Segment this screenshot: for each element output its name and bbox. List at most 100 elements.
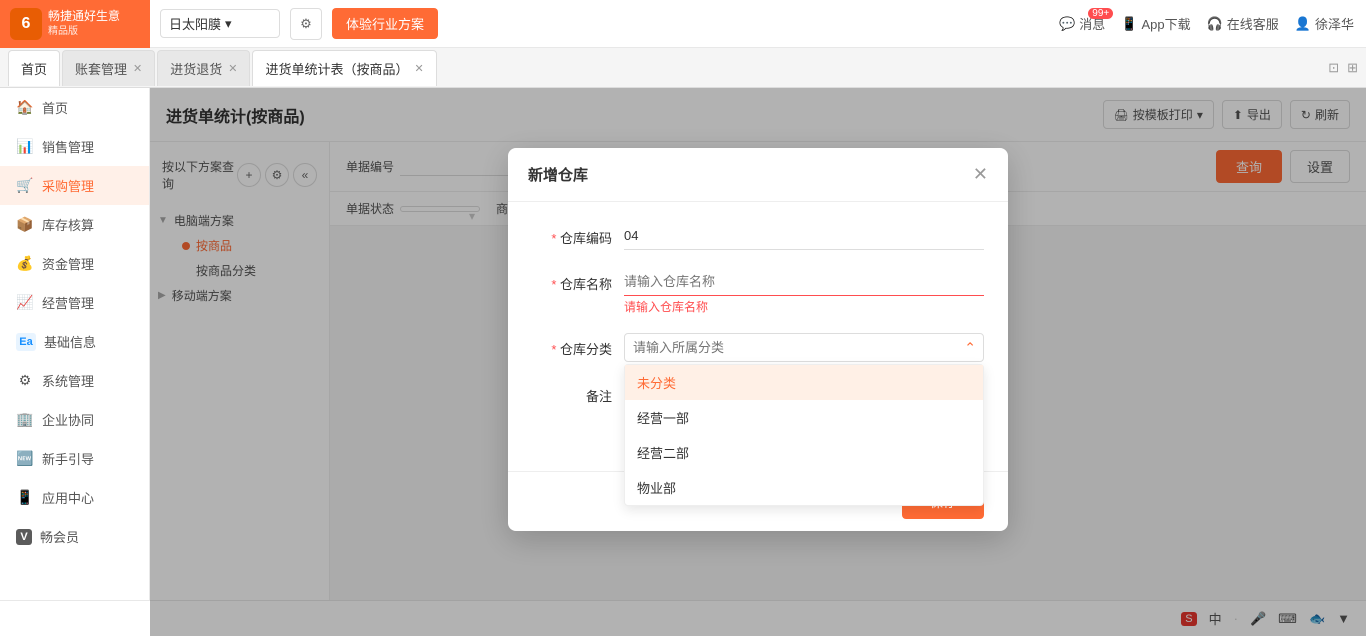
sidebar-item-basic[interactable]: Ea 基础信息 [0,322,149,361]
logo-area: 6 畅捷通好生意 精品版 [0,0,150,48]
sidebar-item-appcenter[interactable]: 📱 应用中心 [0,478,149,517]
user-avatar-icon: 👤 [1295,16,1311,32]
tab-home[interactable]: 首页 [8,50,60,86]
tab-expand-icon[interactable]: ⊞ [1347,60,1358,76]
tab-returns-close[interactable]: ✕ [228,62,237,75]
tab-accounts[interactable]: 账套管理 ✕ [62,50,155,86]
sidebar-item-guide[interactable]: 🆕 新手引导 [0,439,149,478]
customer-service-button[interactable]: 🎧 在线客服 [1207,14,1279,33]
sales-icon: 📊 [16,138,34,156]
notes-label: 备注 [532,380,612,405]
sidebar-label-operation: 经营管理 [42,293,94,312]
sidebar-item-enterprise[interactable]: 🏢 企业协同 [0,400,149,439]
main-layout: 🏠 首页 📊 销售管理 🛒 采购管理 📦 库存核算 💰 资金管理 📈 经营管理 … [0,88,1366,636]
sidebar-label-finance: 资金管理 [42,254,94,273]
sidebar-label-sales: 销售管理 [42,137,94,156]
modal-header: 新增仓库 ✕ [508,148,1008,202]
user-menu[interactable]: 👤 徐泽华 [1295,14,1354,33]
sidebar: 🏠 首页 📊 销售管理 🛒 采购管理 📦 库存核算 💰 资金管理 📈 经营管理 … [0,88,150,636]
sidebar-item-inventory[interactable]: 📦 库存核算 [0,205,149,244]
category-dropdown: 未分类 经营一部 经营二部 物业部 [624,364,984,506]
user-name: 徐泽华 [1315,14,1354,33]
logo-text: 畅捷通好生意 精品版 [48,9,120,38]
dropdown-item-dept2[interactable]: 经营二部 [625,435,983,470]
name-label: 仓库名称 [532,268,612,293]
sidebar-item-finance[interactable]: 💰 资金管理 [0,244,149,283]
sidebar-label-member: 畅会员 [40,527,79,546]
category-input[interactable] [624,333,984,362]
message-button[interactable]: 💬 消息 99+ [1059,14,1105,33]
appcenter-icon: 📱 [16,489,34,507]
name-input[interactable] [624,268,984,296]
sidebar-item-system[interactable]: ⚙ 系统管理 [0,361,149,400]
tab-bar: 首页 账套管理 ✕ 进货退货 ✕ 进货单统计表（按商品） ✕ ⊡ ⊞ [0,48,1366,88]
message-badge: 99+ [1088,8,1113,19]
sidebar-label-basic: 基础信息 [44,332,96,351]
tab-stats[interactable]: 进货单统计表（按商品） ✕ [252,50,436,86]
finance-icon: 💰 [16,255,34,273]
inventory-icon: 📦 [16,216,34,234]
sidebar-item-sales[interactable]: 📊 销售管理 [0,127,149,166]
sidebar-label-purchase: 采购管理 [42,176,94,195]
modal-body: 仓库编码 仓库名称 请输入仓库名称 [508,202,1008,471]
sidebar-item-home[interactable]: 🏠 首页 [0,88,149,127]
name-wrap: 请输入仓库名称 [624,268,984,315]
category-wrap: ⌃ 未分类 经营一部 经营二部 物业部 [624,333,984,362]
name-row: 仓库名称 请输入仓库名称 [532,268,984,315]
service-label: 在线客服 [1227,14,1279,33]
top-right-area: 💬 消息 99+ 📱 App下载 🎧 在线客服 👤 徐泽华 [1059,14,1354,33]
dropdown-item-none[interactable]: 未分类 [625,365,983,400]
dropdown-item-dept3[interactable]: 物业部 [625,470,983,505]
sidebar-label-appcenter: 应用中心 [42,488,94,507]
name-error-msg: 请输入仓库名称 [624,298,984,315]
code-wrap [624,222,984,250]
guide-icon: 🆕 [16,450,34,468]
app-download-button[interactable]: 📱 App下载 [1121,14,1190,33]
settings-button[interactable]: ⚙ [290,8,322,40]
tab-accounts-label: 账套管理 [75,59,127,78]
tab-home-label: 首页 [21,59,47,78]
content-area: 进货单统计(按商品) 🖨 按模板打印 ▾ ⬆ 导出 ↻ 刷新 [150,88,1366,636]
new-warehouse-modal: 新增仓库 ✕ 仓库编码 仓库名称 [508,148,1008,531]
category-row: 仓库分类 ⌃ 未分类 经营一部 经营二部 物业部 [532,333,984,362]
sidebar-label-inventory: 库存核算 [42,215,94,234]
app-label: App下载 [1141,14,1190,33]
tab-accounts-close[interactable]: ✕ [133,62,142,75]
sidebar-item-operation[interactable]: 📈 经营管理 [0,283,149,322]
tab-returns[interactable]: 进货退货 ✕ [157,50,250,86]
store-selector[interactable]: 日太阳膜 ▾ [160,9,280,38]
sidebar-item-purchase[interactable]: 🛒 采购管理 [0,166,149,205]
operation-icon: 📈 [16,294,34,312]
code-input[interactable] [624,222,984,250]
app-icon: 📱 [1121,16,1137,32]
home-icon: 🏠 [16,99,34,117]
logo-icon: 6 [10,8,42,40]
sidebar-item-member[interactable]: V 畅会员 [0,517,149,556]
sidebar-label-guide: 新手引导 [42,449,94,468]
code-row: 仓库编码 [532,222,984,250]
code-label: 仓库编码 [532,222,612,247]
basic-icon: Ea [16,333,36,351]
system-icon: ⚙ [16,372,34,390]
headset-icon: 🎧 [1207,16,1223,32]
sidebar-label-enterprise: 企业协同 [42,410,94,429]
tab-stats-label: 进货单统计表（按商品） [265,59,408,78]
enterprise-icon: 🏢 [16,411,34,429]
modal-title: 新增仓库 [528,164,588,185]
store-name: 日太阳膜 [169,14,221,33]
top-bar: 6 畅捷通好生意 精品版 日太阳膜 ▾ ⚙ 体验行业方案 💬 消息 99+ 📱 … [0,0,1366,48]
dropdown-item-dept1[interactable]: 经营一部 [625,400,983,435]
sidebar-label-home: 首页 [42,98,68,117]
tab-minimize-icon[interactable]: ⊡ [1328,60,1339,76]
category-select-wrap: ⌃ 未分类 经营一部 经营二部 物业部 [624,333,984,362]
dropdown-arrow-icon: ▾ [225,16,232,32]
modal-close-button[interactable]: ✕ [973,164,988,185]
tab-returns-label: 进货退货 [170,59,222,78]
member-icon: V [16,529,32,545]
modal-overlay: 新增仓库 ✕ 仓库编码 仓库名称 [150,88,1366,636]
message-icon: 💬 [1059,16,1075,32]
tab-stats-close[interactable]: ✕ [415,62,424,75]
tab-bar-right: ⊡ ⊞ [1328,60,1358,76]
sidebar-label-system: 系统管理 [42,371,94,390]
trial-button[interactable]: 体验行业方案 [332,8,438,39]
